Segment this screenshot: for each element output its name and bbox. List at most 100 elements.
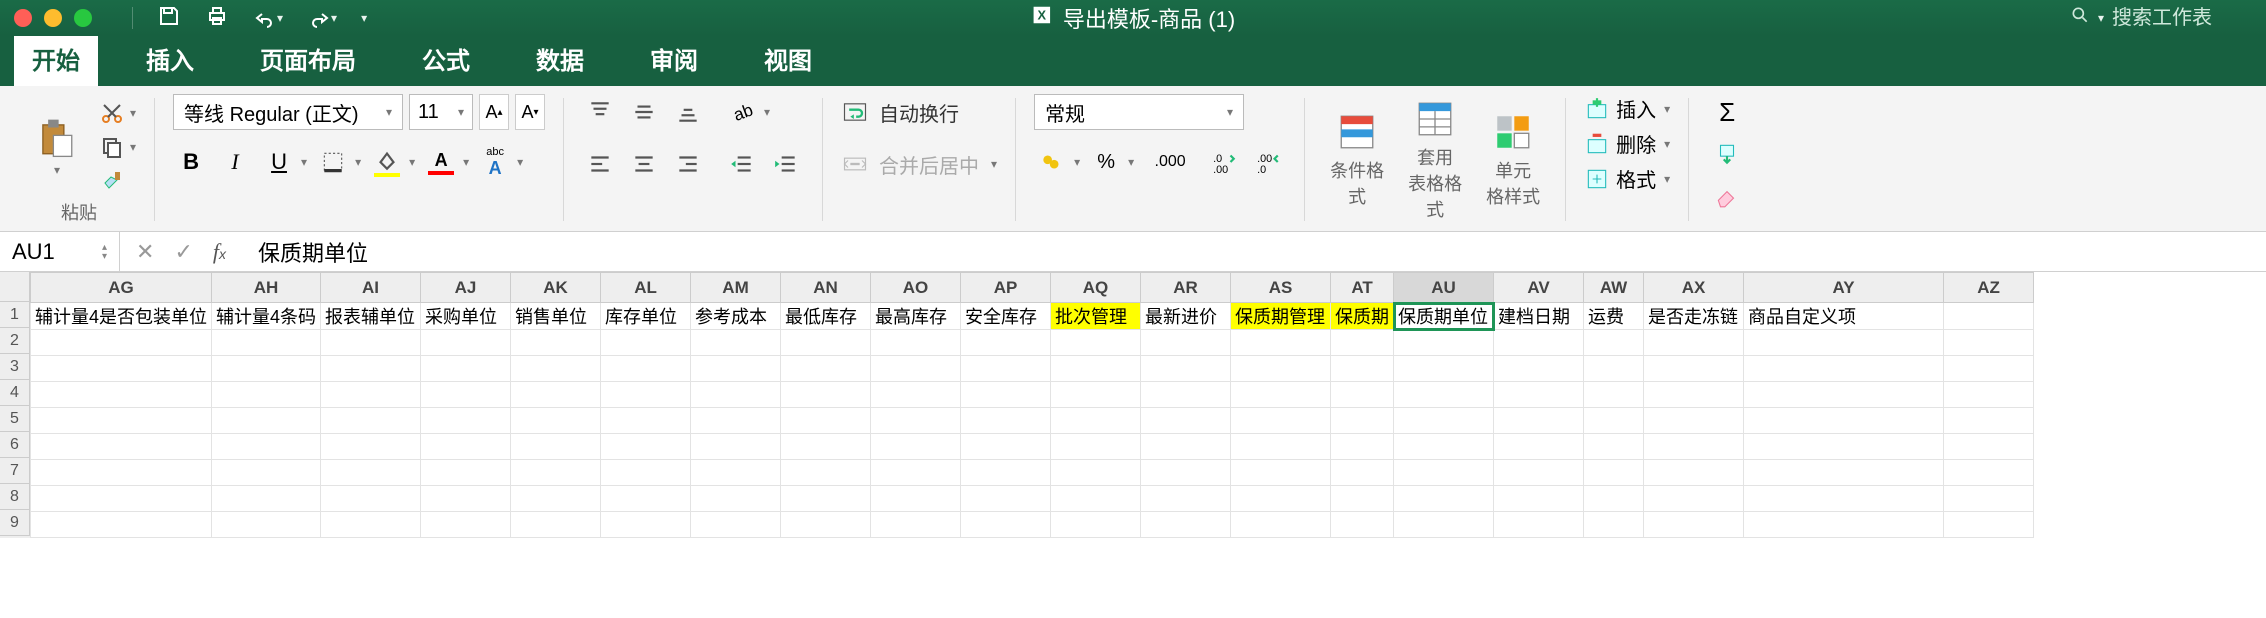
cell[interactable]	[601, 330, 691, 356]
cell[interactable]	[1744, 408, 1944, 434]
enter-formula-button[interactable]: ✓	[174, 239, 192, 265]
align-center-button[interactable]	[626, 146, 662, 182]
column-header[interactable]: AH	[212, 273, 321, 303]
cell[interactable]: 最低库存	[781, 303, 871, 330]
cell[interactable]: 最新进价	[1141, 303, 1231, 330]
cell[interactable]	[871, 382, 961, 408]
cell[interactable]	[691, 408, 781, 434]
cell[interactable]	[1231, 460, 1331, 486]
cell[interactable]	[1744, 330, 1944, 356]
column-header[interactable]: AW	[1584, 273, 1644, 303]
comma-format-button[interactable]: .000	[1142, 144, 1198, 180]
cell[interactable]	[1331, 512, 1394, 538]
cell[interactable]	[1231, 330, 1331, 356]
cell[interactable]	[511, 434, 601, 460]
cell[interactable]	[321, 356, 421, 382]
cell[interactable]	[1141, 486, 1231, 512]
cell[interactable]	[601, 512, 691, 538]
cell[interactable]	[781, 460, 871, 486]
cell[interactable]	[781, 512, 871, 538]
clear-button[interactable]	[1707, 178, 1747, 214]
increase-decimal-button[interactable]: .0.00	[1206, 144, 1242, 180]
cell[interactable]	[31, 356, 212, 382]
cell[interactable]	[31, 330, 212, 356]
cell[interactable]	[1331, 434, 1394, 460]
cell[interactable]	[212, 512, 321, 538]
minimize-window-button[interactable]	[44, 9, 62, 27]
cell[interactable]: 是否走冻链	[1644, 303, 1744, 330]
percent-format-button[interactable]: %	[1088, 144, 1124, 180]
cell[interactable]	[1331, 486, 1394, 512]
phonetic-guide-button[interactable]: abcA	[477, 144, 513, 180]
cell[interactable]	[1944, 434, 2034, 460]
cell[interactable]	[1231, 434, 1331, 460]
sheet-search[interactable]: ▾	[2070, 5, 2252, 31]
cell[interactable]	[321, 382, 421, 408]
row-header[interactable]: 5	[0, 406, 30, 432]
cell[interactable]	[961, 460, 1051, 486]
cell[interactable]	[781, 434, 871, 460]
delete-cells-button[interactable]: 删除▾	[1584, 129, 1670, 158]
cell[interactable]	[1494, 356, 1584, 382]
save-icon[interactable]	[157, 4, 181, 33]
tab-数据[interactable]: 数据	[518, 31, 602, 86]
cell[interactable]	[601, 356, 691, 382]
cell[interactable]	[321, 486, 421, 512]
cell[interactable]	[601, 434, 691, 460]
cell[interactable]: 安全库存	[961, 303, 1051, 330]
align-right-button[interactable]	[670, 146, 706, 182]
row-header[interactable]: 4	[0, 380, 30, 406]
cell[interactable]	[321, 512, 421, 538]
cell[interactable]	[1584, 382, 1644, 408]
cut-button[interactable]: ▾	[100, 101, 136, 125]
cell[interactable]	[1051, 382, 1141, 408]
column-header[interactable]: AN	[781, 273, 871, 303]
increase-indent-button[interactable]	[768, 146, 804, 182]
cell[interactable]	[1644, 460, 1744, 486]
cell[interactable]	[1141, 512, 1231, 538]
cell[interactable]	[961, 356, 1051, 382]
fill-color-button[interactable]	[369, 144, 405, 180]
cell[interactable]	[1231, 486, 1331, 512]
column-header[interactable]: AR	[1141, 273, 1231, 303]
name-box[interactable]: AU1 ▴▾	[0, 232, 120, 271]
cell[interactable]	[1644, 512, 1744, 538]
row-header[interactable]: 9	[0, 510, 30, 536]
increase-font-button[interactable]: A▴	[479, 94, 509, 130]
cell[interactable]	[961, 382, 1051, 408]
tab-公式[interactable]: 公式	[404, 31, 488, 86]
cell[interactable]	[601, 460, 691, 486]
qat-customize-button[interactable]: ▾	[361, 11, 367, 25]
conditional-format-button[interactable]: 条件格式	[1323, 111, 1391, 209]
cell[interactable]	[1644, 382, 1744, 408]
cell[interactable]	[961, 408, 1051, 434]
cell[interactable]: 建档日期	[1494, 303, 1584, 330]
cell[interactable]	[781, 330, 871, 356]
cell[interactable]	[871, 356, 961, 382]
cell[interactable]	[961, 330, 1051, 356]
cell[interactable]	[1944, 408, 2034, 434]
cell[interactable]	[1584, 512, 1644, 538]
cell[interactable]	[1331, 460, 1394, 486]
column-header[interactable]: AZ	[1944, 273, 2034, 303]
cell[interactable]	[1394, 408, 1494, 434]
cell[interactable]	[1494, 512, 1584, 538]
cell[interactable]	[691, 434, 781, 460]
cell[interactable]	[212, 486, 321, 512]
maximize-window-button[interactable]	[74, 9, 92, 27]
row-header[interactable]: 3	[0, 354, 30, 380]
cell[interactable]	[1394, 330, 1494, 356]
cell[interactable]	[691, 460, 781, 486]
cell[interactable]	[1141, 356, 1231, 382]
close-window-button[interactable]	[14, 9, 32, 27]
cell[interactable]	[31, 434, 212, 460]
cell[interactable]: 保质期管理	[1231, 303, 1331, 330]
cell[interactable]	[321, 460, 421, 486]
cell[interactable]	[511, 408, 601, 434]
column-header[interactable]: AJ	[421, 273, 511, 303]
worksheet-grid[interactable]: 123456789 AGAHAIAJAKALAMANAOAPAQARASATAU…	[0, 272, 2266, 538]
cell[interactable]	[1494, 330, 1584, 356]
print-icon[interactable]	[205, 4, 229, 33]
cell[interactable]	[511, 512, 601, 538]
paste-button[interactable]: ▾	[22, 117, 90, 177]
